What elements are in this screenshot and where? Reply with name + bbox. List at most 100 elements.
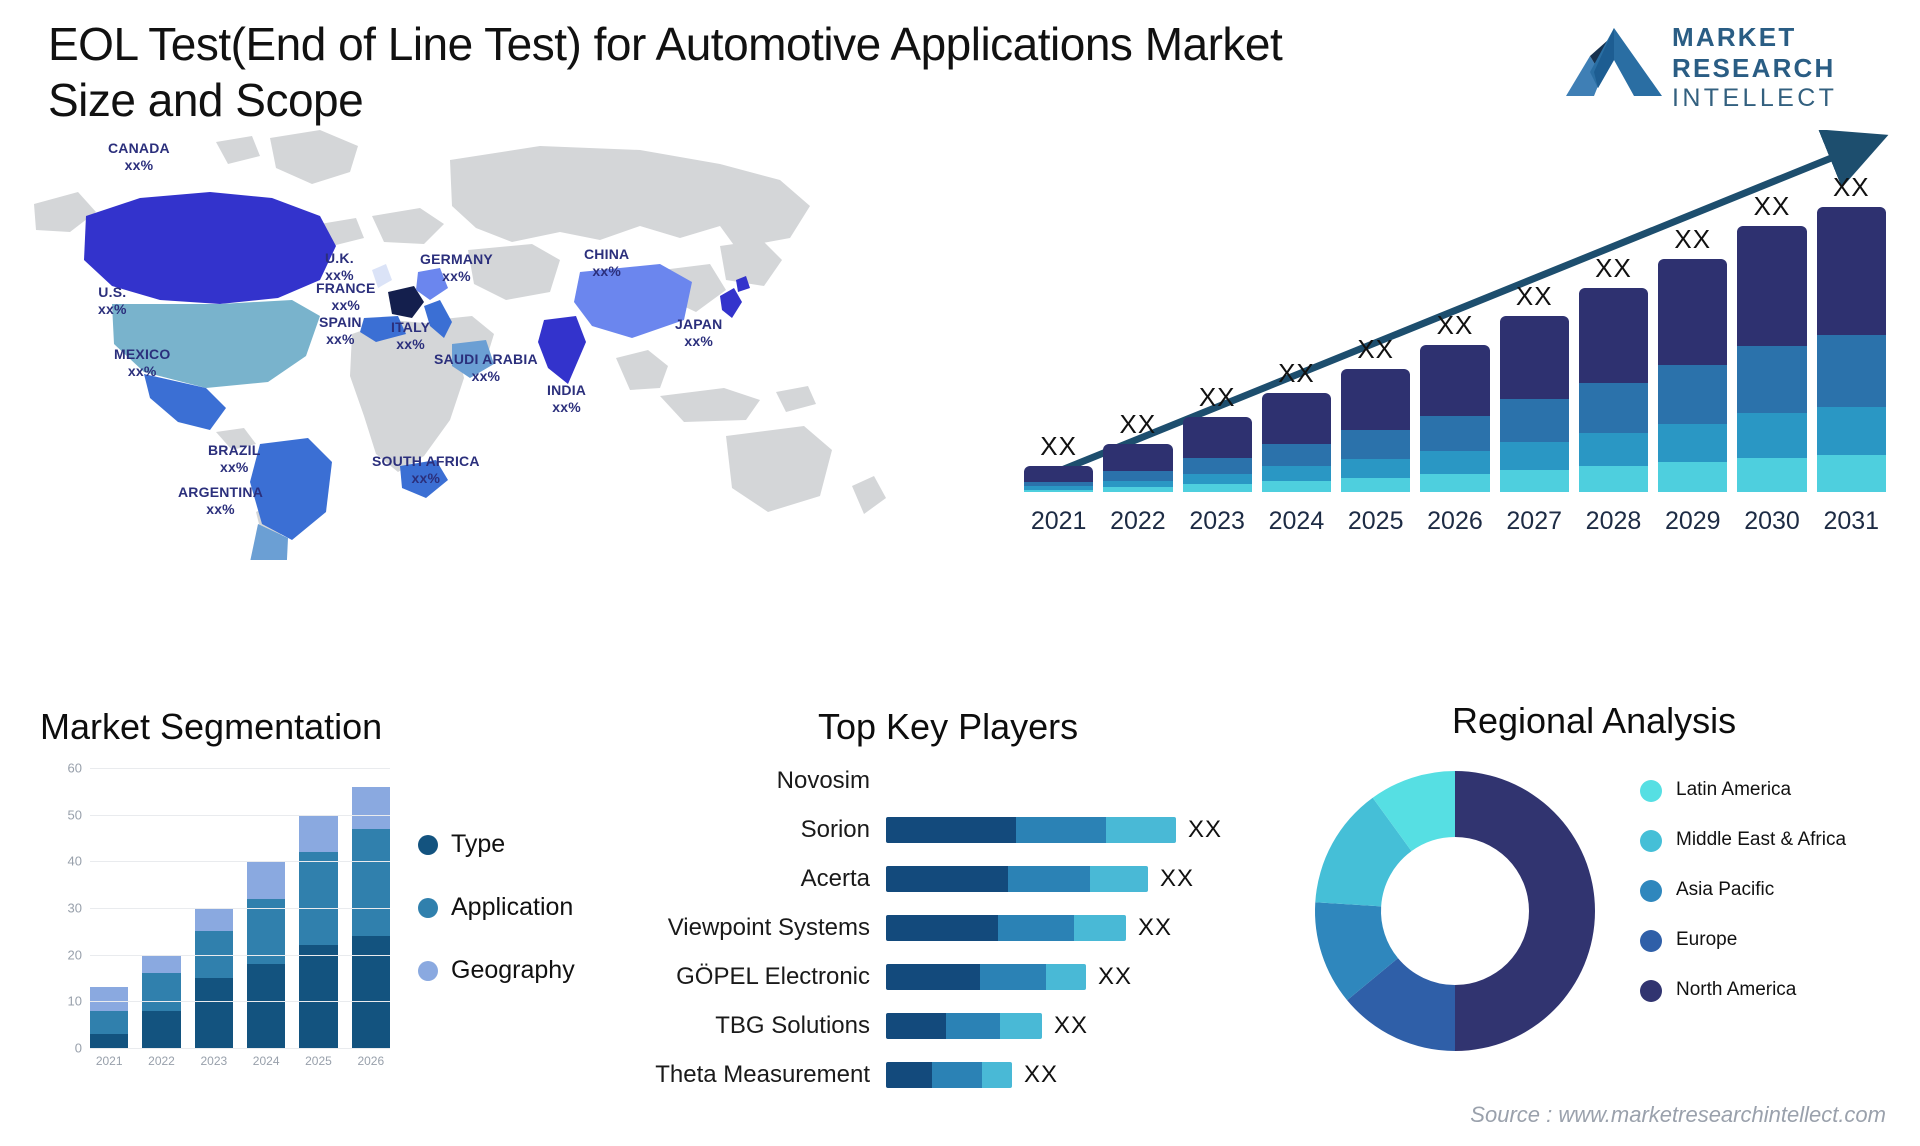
player-name: GÖPEL Electronic — [676, 962, 870, 990]
map-country-name: SAUDI ARABIA — [434, 351, 538, 367]
growth-bar-column: XX — [1499, 172, 1569, 492]
growth-year-label: 2026 — [1427, 507, 1483, 535]
player-value: XX — [1188, 815, 1223, 843]
segmentation-x-label: 2022 — [148, 1054, 175, 1068]
growth-bar-column: XX — [1103, 172, 1173, 492]
segmentation-bar-segment — [299, 945, 338, 1048]
map-country-value: xx% — [124, 156, 154, 173]
growth-bar-segment — [1420, 474, 1490, 492]
brand-logo-text: MARKET RESEARCH INTELLECT — [1672, 22, 1884, 113]
map-country-value: xx% — [684, 332, 714, 349]
segmentation-legend-label: Geography — [451, 956, 575, 984]
player-bar-segment — [932, 1061, 982, 1088]
growth-bar-column: XX — [1420, 172, 1490, 492]
segmentation-y-tick: 50 — [67, 807, 82, 823]
segmentation-bar-segment — [142, 1010, 181, 1048]
map-label-china: CHINA xx% — [584, 246, 629, 279]
player-bar-wrap — [886, 768, 1300, 794]
growth-year-axis: 2021 2022 2023 2024 2025 2026 2027 2028 2029 2030… — [1024, 507, 1886, 536]
player-row: Novosim — [640, 756, 1300, 805]
player-bar-wrap: XX — [886, 816, 1300, 844]
regional-legend-item: Europe — [1640, 928, 1900, 952]
growth-year-label: 2031 — [1823, 507, 1880, 535]
growth-bar-segment — [1578, 433, 1649, 467]
map-label-canada: CANADA xx% — [108, 140, 170, 173]
growth-bar-segment — [1420, 415, 1490, 452]
regional-analysis-chart: Latin America Middle East & Africa Asia Pa… — [1290, 700, 1910, 1130]
segmentation-bar-segment — [90, 1034, 129, 1048]
player-bar-segment — [1008, 865, 1090, 892]
growth-bar-segment — [1578, 382, 1649, 434]
player-bar-segment — [1074, 914, 1126, 941]
growth-bar-segment — [1737, 413, 1807, 458]
growth-bar-column: XX — [1341, 172, 1411, 492]
player-bar-wrap: XX — [886, 865, 1300, 893]
growth-bar-segment — [1658, 462, 1728, 492]
map-label-argentina: ARGENTINA xx% — [178, 484, 263, 517]
growth-bar-segment — [1737, 457, 1807, 492]
growth-bar-value: XX — [1119, 408, 1157, 439]
segmentation-bar-segment — [351, 786, 390, 829]
player-bar — [886, 865, 1148, 892]
growth-bar-stack — [1737, 225, 1807, 492]
infographic-page: EOL Test(End of Line Test) for Automotiv… — [0, 0, 1920, 1146]
growth-year-label: 2029 — [1664, 507, 1721, 535]
map-label-italy: ITALY xx% — [391, 319, 430, 352]
player-name: Acerta — [800, 864, 870, 892]
segmentation-gridline — [90, 1048, 390, 1049]
player-bar-segment — [1106, 816, 1176, 843]
segmentation-x-label: 2024 — [252, 1054, 280, 1068]
player-bar-segment — [946, 1012, 1000, 1039]
segmentation-x-label: 2023 — [200, 1054, 228, 1068]
growth-bar-segment — [1420, 451, 1490, 475]
growth-bar-segment — [1578, 466, 1649, 492]
growth-bar-segment — [1499, 398, 1569, 443]
growth-bar-value: XX — [1436, 310, 1474, 341]
segmentation-legend-item: Type — [418, 830, 575, 859]
player-bar — [886, 914, 1126, 941]
growth-bar-segment — [1182, 483, 1252, 492]
segmentation-gridline — [90, 814, 390, 816]
regional-legend-label: Europe — [1676, 929, 1738, 950]
map-country-value: xx% — [552, 398, 581, 415]
player-bar-segment — [1090, 865, 1148, 892]
segmentation-gridline — [90, 954, 390, 956]
growth-bar-value: XX — [1040, 430, 1077, 461]
growth-bar-segment — [1499, 442, 1569, 471]
map-country-name: ITALY — [391, 319, 431, 335]
regional-legend-label: Middle East & Africa — [1676, 829, 1847, 850]
segmentation-y-tick: 30 — [67, 900, 82, 916]
growth-bar-value: XX — [1674, 223, 1712, 254]
source-text: Source : www.marketresearchintellect.com — [1470, 1102, 1886, 1127]
growth-bar-segment — [1182, 473, 1252, 484]
player-bar — [886, 963, 1086, 990]
player-row: Acerta XX — [640, 854, 1300, 903]
growth-bar-segment — [1737, 225, 1807, 347]
legend-dot-icon — [418, 960, 438, 981]
growth-bar-segment — [1816, 407, 1886, 455]
growth-bar-segment — [1182, 417, 1252, 458]
growth-bar-stack — [1341, 369, 1411, 492]
growth-year-label: 2022 — [1110, 507, 1166, 535]
map-country-name: JAPAN — [675, 316, 723, 332]
map-label-south-africa: SOUTH AFRICA xx% — [372, 453, 480, 486]
segmentation-gridline — [90, 861, 390, 863]
map-country-name: ARGENTINA — [178, 484, 264, 500]
growth-bar-segment — [1816, 207, 1886, 336]
segmentation-bar-segment — [246, 964, 286, 1048]
growth-bar-segment — [1103, 487, 1173, 492]
player-bar-segment — [1016, 816, 1106, 843]
regional-legend: Latin America Middle East & Africa Asia Pa… — [1640, 778, 1900, 1028]
player-bar-wrap: XX — [886, 914, 1300, 942]
market-segmentation-chart: 60 50 40 30 20 10 0 2021 2022 2023 2024 2025 2026 T… — [28, 700, 628, 1130]
brand-line-2: RESEARCH — [1672, 52, 1836, 83]
growth-year-label: 2028 — [1585, 507, 1642, 535]
growth-bar-segment — [1103, 443, 1173, 472]
map-country-name: U.S. — [98, 284, 127, 300]
player-bar-segment — [998, 914, 1074, 941]
segmentation-bar-segment — [90, 987, 129, 1011]
player-bar-segment — [886, 816, 1016, 843]
map-country-value: xx% — [98, 300, 127, 317]
legend-dot-icon — [418, 897, 438, 918]
growth-bar-stack — [1261, 393, 1332, 492]
